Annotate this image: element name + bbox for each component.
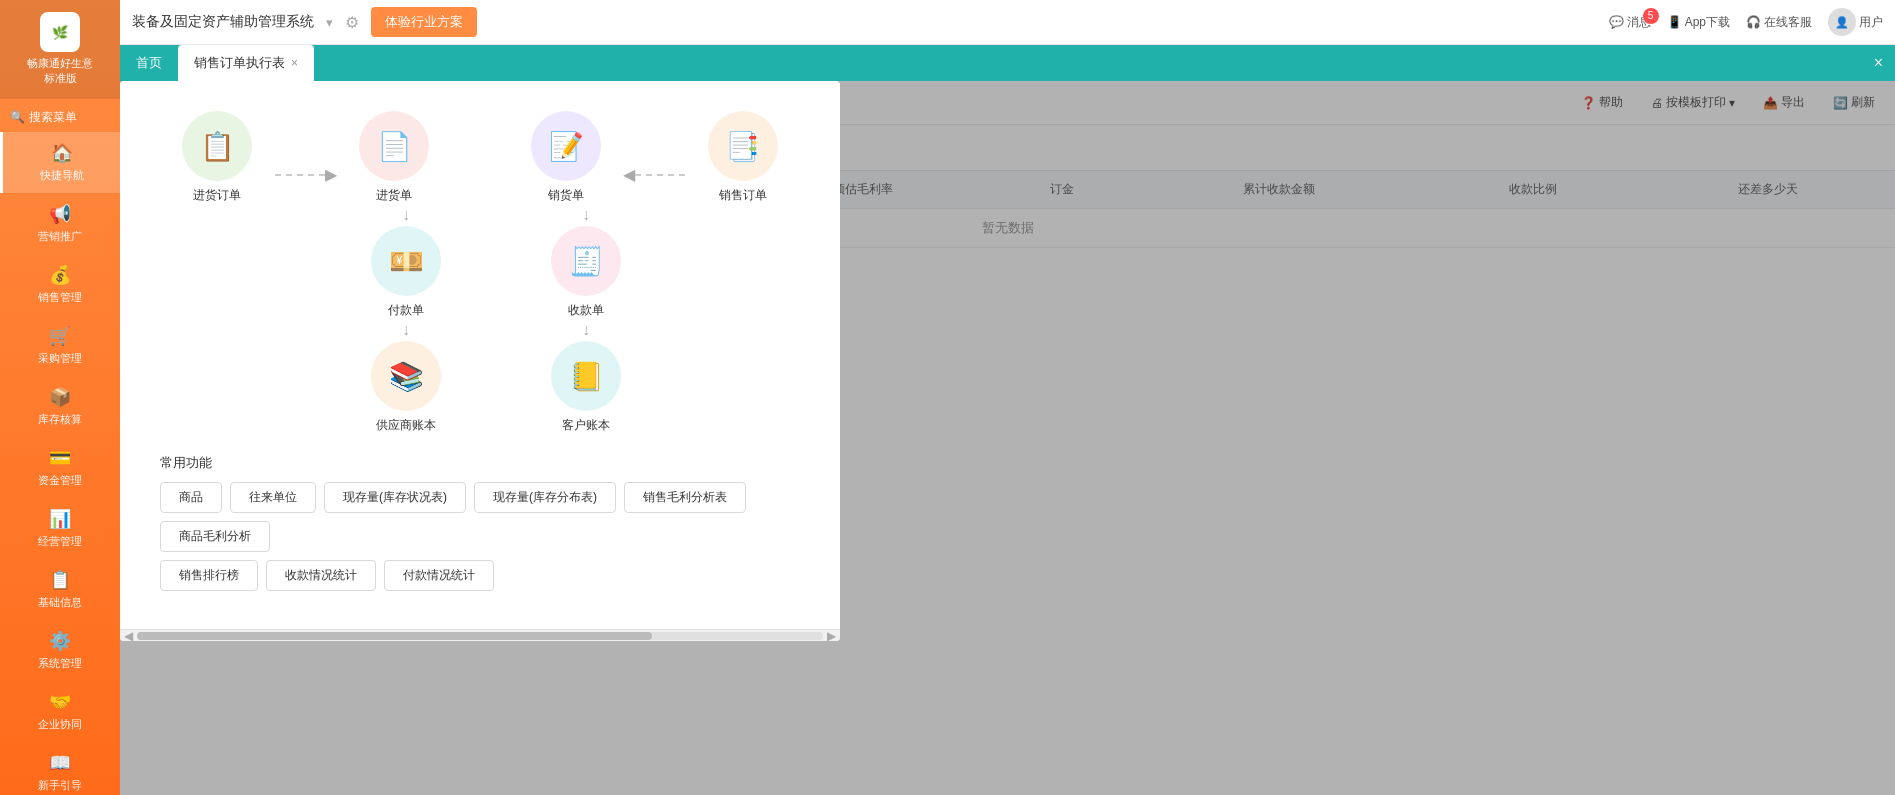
sidebar-item-basic-info[interactable]: 📋 基础信息 [0,559,120,620]
basic-info-icon: 📋 [49,569,71,591]
func-btn-sales-gross[interactable]: 销售毛利分析表 [624,482,746,513]
headset-icon: 🎧 [1746,15,1761,29]
flow-node-sales-order[interactable]: 📑 销售订单 [685,111,800,204]
flow-node-receipt-bill[interactable]: 🧾 收款单 [526,226,646,319]
header-dropdown-icon[interactable]: ▾ [326,15,333,30]
message-icon: 💬 [1609,15,1624,29]
sales-order-icon: 📑 [708,111,778,181]
sidebar-item-system[interactable]: ⚙️ 系统管理 [0,620,120,681]
header: 装备及固定资产辅助管理系统 ▾ ⚙ 体验行业方案 💬 消息 5 📱 App下载 … [120,0,1895,45]
guide-panel: 📋 进货订单 ▶ 📄 进货单 📝 [120,81,840,641]
common-functions-section: 常用功能 商品 往来单位 现存量(库存状况表) 现存量(库存分布表) 销售毛利分… [160,454,800,591]
func-btn-stock-status[interactable]: 现存量(库存状况表) [324,482,466,513]
receipt-bill-label: 收款单 [568,302,604,319]
sales-bill-label: 销货单 [548,187,584,204]
down-arrow-receipt: ↓ [526,321,646,339]
operation-icon: 📊 [49,508,71,530]
flow-node-purchase-order[interactable]: 📋 进货订单 [160,111,275,204]
search-icon: 🔍 [10,110,25,124]
receipt-bill-icon: 🧾 [551,226,621,296]
avatar: 👤 [1828,8,1856,36]
purchase-order-icon: 📋 [182,111,252,181]
sidebar-item-inventory[interactable]: 📦 库存核算 [0,376,120,437]
horizontal-scrollbar[interactable]: ◀ ▶ [120,629,840,641]
phone-icon: 📱 [1667,15,1682,29]
system-icon: ⚙️ [49,630,71,652]
down-arrow-sales: ↓ [526,206,646,224]
sidebar-item-marketing[interactable]: 📢 营销推广 [0,193,120,254]
customer-ledger-icon: 📒 [551,341,621,411]
scroll-left-icon[interactable]: ◀ [124,629,133,642]
func-btn-contacts[interactable]: 往来单位 [230,482,316,513]
header-actions: 💬 消息 5 📱 App下载 🎧 在线客服 👤 用户 [1609,8,1883,36]
down-arrow-purchase: ↓ [346,206,466,224]
payment-bill-label: 付款单 [388,302,424,319]
flow-node-sales-bill[interactable]: 📝 销货单 [509,111,624,204]
func-btn-sales-rank[interactable]: 销售排行榜 [160,560,258,591]
sidebar-item-purchase[interactable]: 🛒 采购管理 [0,315,120,376]
customer-ledger-label: 客户账本 [562,417,610,434]
sidebar-item-operation[interactable]: 📊 经营管理 [0,498,120,559]
tabs-bar: 首页 销售订单执行表 × × [120,45,1895,81]
flow-node-supplier-ledger[interactable]: 📚 供应商账本 [346,341,466,434]
scroll-right-icon[interactable]: ▶ [827,629,836,642]
func-btn-receipt-stats[interactable]: 收款情况统计 [266,560,376,591]
logo-icon: 🌿 [40,12,80,52]
online-service-button[interactable]: 🎧 在线客服 [1746,14,1812,31]
down-arrow-payment: ↓ [346,321,466,339]
flow-node-customer-ledger[interactable]: 📒 客户账本 [526,341,646,434]
sidebar-item-quick-nav[interactable]: 🏠 快捷导航 [0,132,120,193]
tab-sales-order-execution[interactable]: 销售订单执行表 × [178,45,314,81]
supplier-ledger-label: 供应商账本 [376,417,436,434]
sidebar-logo: 🌿 畅康通好生意 标准版 [0,0,120,99]
sidebar: 🌿 畅康通好生意 标准版 🔍 搜索菜单 🏠 快捷导航 📢 营销推广 💰 销售管理… [0,0,120,795]
flow-node-purchase-bill[interactable]: 📄 进货单 [337,111,452,204]
func-btn-stock-dist[interactable]: 现存量(库存分布表) [474,482,616,513]
function-buttons-row2: 销售排行榜 收款情况统计 付款情况统计 [160,560,800,591]
user-menu[interactable]: 👤 用户 [1828,8,1883,36]
sidebar-item-enterprise[interactable]: 🤝 企业协同 [0,681,120,742]
marketing-icon: 📢 [49,203,71,225]
inventory-icon: 📦 [49,386,71,408]
payment-bill-icon: 💴 [371,226,441,296]
purchase-bill-label: 进货单 [376,187,412,204]
guide-overlay[interactable]: 📋 进货订单 ▶ 📄 进货单 📝 [120,81,1895,795]
sidebar-item-sales[interactable]: 💰 销售管理 [0,254,120,315]
flow-node-payment-bill[interactable]: 💴 付款单 [346,226,466,319]
func-btn-payment-stats[interactable]: 付款情况统计 [384,560,494,591]
sidebar-item-newbie[interactable]: 📖 新手引导 [0,742,120,795]
common-functions-title: 常用功能 [160,454,800,472]
function-buttons-row1: 商品 往来单位 现存量(库存状况表) 现存量(库存分布表) 销售毛利分析表 商品… [160,482,800,552]
func-btn-product-gross[interactable]: 商品毛利分析 [160,521,270,552]
header-title: 装备及固定资产辅助管理系统 [132,13,314,31]
supplier-ledger-icon: 📚 [371,341,441,411]
sidebar-search[interactable]: 🔍 搜索菜单 [0,103,120,132]
scroll-thumb [137,632,652,640]
sales-order-label: 销售订单 [719,187,767,204]
message-badge: 5 [1643,8,1659,24]
newbie-icon: 📖 [49,752,71,774]
finance-icon: 💳 [49,447,71,469]
settings-icon[interactable]: ⚙ [345,13,359,32]
tab-home[interactable]: 首页 [120,45,178,81]
home-icon: 🏠 [51,142,73,164]
sales-icon: 💰 [49,264,71,286]
app-download-button[interactable]: 📱 App下载 [1667,14,1730,31]
scroll-track[interactable] [137,632,823,640]
tab-close-icon[interactable]: × [291,56,298,70]
message-button[interactable]: 💬 消息 5 [1609,14,1651,31]
purchase-bill-icon: 📄 [359,111,429,181]
sales-bill-icon: 📝 [531,111,601,181]
logo-text: 畅康通好生意 标准版 [27,56,93,87]
purchase-order-label: 进货订单 [193,187,241,204]
purchase-icon: 🛒 [49,325,71,347]
sidebar-item-finance[interactable]: 💳 资金管理 [0,437,120,498]
func-btn-product[interactable]: 商品 [160,482,222,513]
try-industry-button[interactable]: 体验行业方案 [371,7,477,37]
enterprise-icon: 🤝 [49,691,71,713]
close-all-tabs-button[interactable]: × [1874,54,1883,72]
